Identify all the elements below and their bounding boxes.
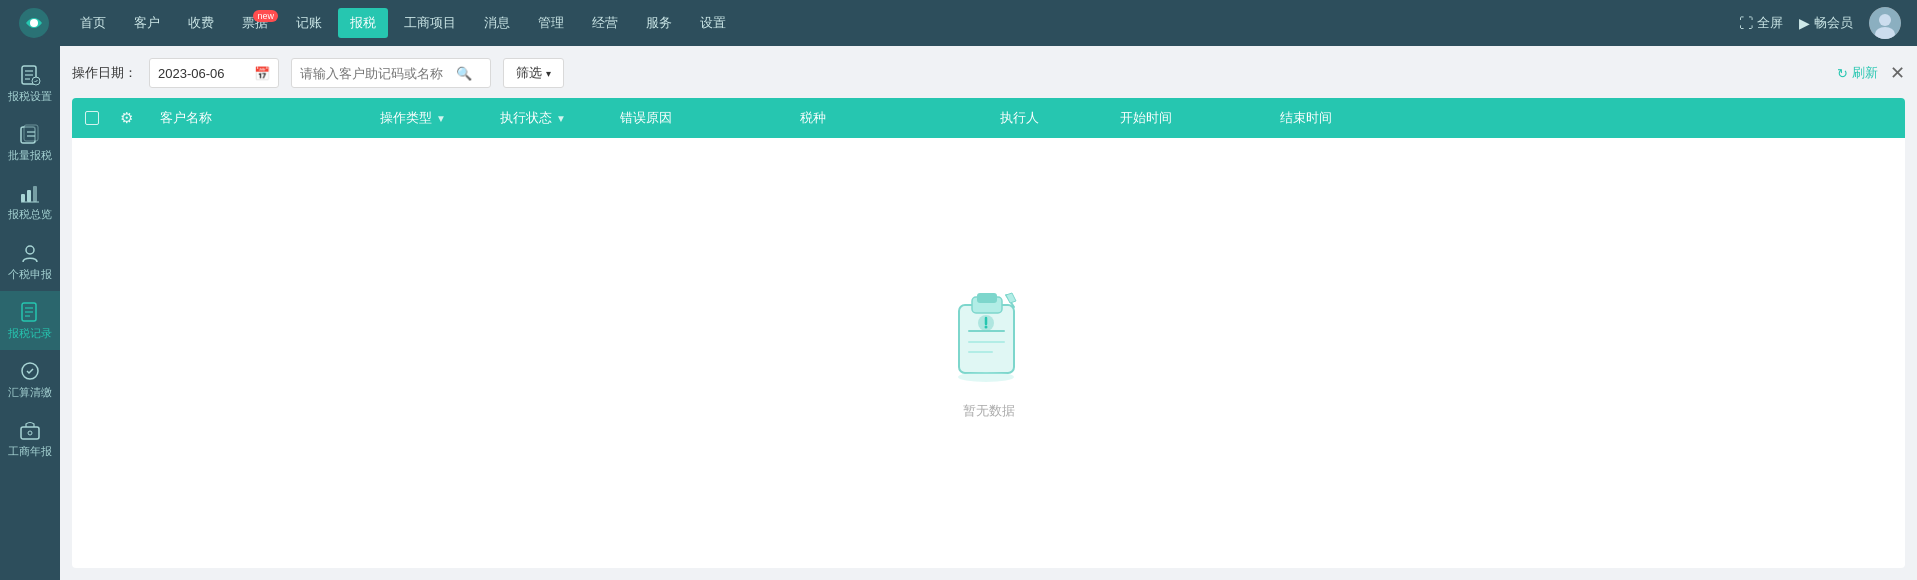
tax-settings-icon <box>19 64 41 86</box>
operation-type-filter-icon[interactable]: ▼ <box>436 113 446 124</box>
refresh-icon: ↻ <box>1837 66 1848 81</box>
fullscreen-button[interactable]: ⛶ 全屏 <box>1739 14 1783 32</box>
nav-item-ticket[interactable]: 票据 new <box>230 8 280 38</box>
main-layout: 报税设置 批量报税 报税总览 <box>0 46 1917 580</box>
svg-rect-28 <box>977 293 997 303</box>
user-avatar[interactable] <box>1869 7 1901 39</box>
sidebar-item-annual-report[interactable]: 工商年报 <box>0 409 60 468</box>
th-tax-type: 税种 <box>792 109 992 127</box>
search-icon: 🔍 <box>456 66 472 81</box>
svg-point-1 <box>30 19 38 27</box>
tax-record-icon <box>19 301 41 323</box>
calendar-icon: 📅 <box>254 66 270 81</box>
refresh-button[interactable]: ↻ 刷新 <box>1837 64 1878 82</box>
column-settings-icon[interactable]: ⚙ <box>120 109 133 127</box>
empty-text: 暂无数据 <box>963 402 1015 420</box>
svg-rect-16 <box>33 186 37 202</box>
video-icon: ▶ <box>1799 15 1810 31</box>
th-settings: ⚙ <box>112 109 152 127</box>
nav-item-client[interactable]: 客户 <box>122 8 172 38</box>
sidebar-item-tax-settings[interactable]: 报税设置 <box>0 54 60 113</box>
th-checkbox[interactable] <box>72 111 112 125</box>
date-input[interactable] <box>158 66 248 81</box>
sidebar-item-tax-overview[interactable]: 报税总览 <box>0 172 60 231</box>
chevron-down-icon: ▾ <box>546 68 551 79</box>
empty-illustration <box>944 287 1034 390</box>
exec-status-filter-icon[interactable]: ▼ <box>556 113 566 124</box>
search-input[interactable] <box>300 66 450 81</box>
app-logo[interactable] <box>16 5 52 41</box>
sidebar: 报税设置 批量报税 报税总览 <box>0 46 60 580</box>
svg-marker-36 <box>1006 293 1016 303</box>
close-button[interactable]: ✕ <box>1890 64 1905 82</box>
annual-report-icon <box>19 419 41 441</box>
date-label: 操作日期： <box>72 64 137 82</box>
svg-rect-15 <box>27 190 31 202</box>
nav-right: ⛶ 全屏 ▶ 畅会员 <box>1739 7 1901 39</box>
new-badge: new <box>253 10 278 22</box>
nav-item-bookkeeping[interactable]: 记账 <box>284 8 334 38</box>
th-start-time: 开始时间 <box>1112 109 1272 127</box>
personal-tax-icon <box>19 242 41 264</box>
th-end-time: 结束时间 <box>1272 109 1432 127</box>
nav-item-operation[interactable]: 经营 <box>580 8 630 38</box>
fullscreen-icon: ⛶ <box>1739 15 1753 31</box>
tax-overview-icon <box>19 182 41 204</box>
top-navigation: 首页 客户 收费 票据 new 记账 报税 工商项目 消息 管理 经营 服务 设… <box>0 0 1917 46</box>
nav-item-home[interactable]: 首页 <box>68 8 118 38</box>
nav-item-fee[interactable]: 收费 <box>176 8 226 38</box>
table-body: 暂无数据 <box>72 138 1905 568</box>
svg-rect-24 <box>21 427 39 439</box>
svg-point-25 <box>28 431 32 435</box>
search-wrap[interactable]: 🔍 <box>291 58 491 88</box>
svg-point-3 <box>1879 14 1891 26</box>
svg-rect-11 <box>24 125 38 141</box>
th-exec-status: 执行状态 ▼ <box>492 109 612 127</box>
nav-item-message[interactable]: 消息 <box>472 8 522 38</box>
date-input-wrap[interactable]: 📅 <box>149 58 279 88</box>
select-all-checkbox[interactable] <box>85 111 99 125</box>
toolbar: 操作日期： 📅 🔍 筛选 ▾ ↻ 刷新 ✕ <box>72 58 1905 88</box>
nav-menu: 首页 客户 收费 票据 new 记账 报税 工商项目 消息 管理 经营 服务 设… <box>68 8 1739 38</box>
sidebar-item-settlement[interactable]: 汇算清缴 <box>0 350 60 409</box>
content-area: 操作日期： 📅 🔍 筛选 ▾ ↻ 刷新 ✕ <box>60 46 1917 580</box>
nav-item-tax[interactable]: 报税 <box>338 8 388 38</box>
nav-item-service[interactable]: 服务 <box>634 8 684 38</box>
svg-point-37 <box>958 372 1014 382</box>
th-executor: 执行人 <box>992 109 1112 127</box>
filter-button[interactable]: 筛选 ▾ <box>503 58 564 88</box>
th-error-reason: 错误原因 <box>612 109 792 127</box>
svg-rect-14 <box>21 194 25 202</box>
data-table: ⚙ 客户名称 操作类型 ▼ 执行状态 ▼ 错误原因 税种 <box>72 98 1905 568</box>
table-header: ⚙ 客户名称 操作类型 ▼ 执行状态 ▼ 错误原因 税种 <box>72 98 1905 138</box>
svg-point-34 <box>984 325 987 328</box>
nav-item-business[interactable]: 工商项目 <box>392 8 468 38</box>
sidebar-item-batch-tax[interactable]: 批量报税 <box>0 113 60 172</box>
sidebar-item-tax-record[interactable]: 报税记录 <box>0 291 60 350</box>
settlement-icon <box>19 360 41 382</box>
svg-point-18 <box>26 246 34 254</box>
sidebar-item-personal-tax[interactable]: 个税申报 <box>0 232 60 291</box>
nav-item-settings[interactable]: 设置 <box>688 8 738 38</box>
th-operation-type: 操作类型 ▼ <box>372 109 492 127</box>
batch-tax-icon <box>19 123 41 145</box>
nav-item-manage[interactable]: 管理 <box>526 8 576 38</box>
member-button[interactable]: ▶ 畅会员 <box>1799 14 1853 32</box>
th-client-name: 客户名称 <box>152 109 372 127</box>
